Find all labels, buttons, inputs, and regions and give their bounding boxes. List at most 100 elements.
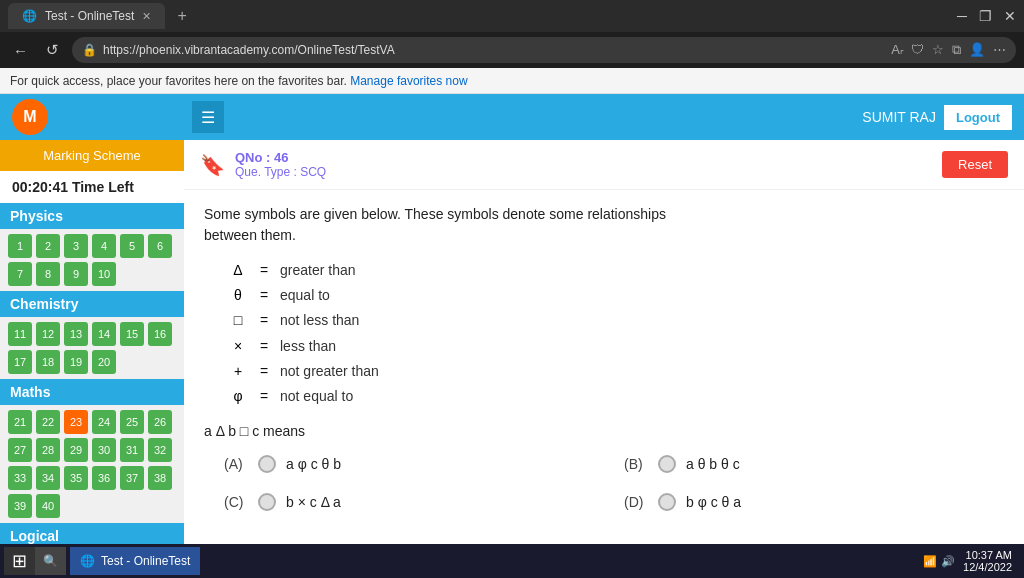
more-icon[interactable]: ⋯ [993, 42, 1006, 58]
q-btn-34[interactable]: 34 [36, 466, 60, 490]
q-btn-4[interactable]: 4 [92, 234, 116, 258]
q-btn-36[interactable]: 36 [92, 466, 116, 490]
option-a: (A) a φ c θ b [224, 455, 584, 473]
q-btn-17[interactable]: 17 [8, 350, 32, 374]
q-btn-22[interactable]: 22 [36, 410, 60, 434]
collections-icon[interactable]: ⧉ [952, 42, 961, 58]
question-body: Some symbols are given below. These symb… [184, 190, 1024, 525]
minimize-button[interactable]: ─ [957, 8, 967, 24]
q-btn-8[interactable]: 8 [36, 262, 60, 286]
meaning-square: not less than [280, 308, 359, 333]
q-btn-9[interactable]: 9 [64, 262, 88, 286]
q-btn-15[interactable]: 15 [120, 322, 144, 346]
question-header: 🔖 QNo : 46 Que. Type : SCQ Reset [184, 140, 1024, 190]
option-a-radio[interactable] [258, 455, 276, 473]
q-btn-29[interactable]: 29 [64, 438, 88, 462]
q-btn-7[interactable]: 7 [8, 262, 32, 286]
tab-title: Test - OnlineTest [45, 9, 134, 23]
browser-tab[interactable]: 🌐 Test - OnlineTest ✕ [8, 3, 165, 29]
option-d-radio[interactable] [658, 493, 676, 511]
q-btn-40[interactable]: 40 [36, 494, 60, 518]
q-btn-31[interactable]: 31 [120, 438, 144, 462]
taskbar-search[interactable]: 🔍 [35, 547, 66, 575]
q-btn-11[interactable]: 11 [8, 322, 32, 346]
option-b: (B) a θ b θ c [624, 455, 984, 473]
refresh-button[interactable]: ↺ [41, 39, 64, 61]
url-bar[interactable]: 🔒 https://phoenix.vibrantacademy.com/Onl… [72, 37, 1016, 63]
q-btn-3[interactable]: 3 [64, 234, 88, 258]
q-btn-23[interactable]: 23 [64, 410, 88, 434]
q-btn-38[interactable]: 38 [148, 466, 172, 490]
shield-icon[interactable]: 🛡 [911, 42, 924, 58]
option-c-text: b × c Δ a [286, 494, 341, 510]
symbol-row-2: θ = equal to [228, 283, 1004, 308]
q-btn-2[interactable]: 2 [36, 234, 60, 258]
app-layout: Marking Scheme 00:20:41 Time Left Physic… [0, 140, 1024, 578]
question-meta: QNo : 46 Que. Type : SCQ [235, 150, 326, 179]
symbol-cross: × [228, 334, 248, 359]
physics-question-grid: 1 2 3 4 5 6 7 8 9 10 [0, 229, 184, 291]
start-button[interactable]: ⊞ [4, 547, 35, 575]
profile-icon[interactable]: 👤 [969, 42, 985, 58]
close-button[interactable]: ✕ [1004, 8, 1016, 24]
option-c-radio[interactable] [258, 493, 276, 511]
options-grid: (A) a φ c θ b (B) a θ b θ c (C) b × c Δ … [204, 455, 1004, 511]
logout-button[interactable]: Logout [944, 105, 1012, 130]
browser-title-bar: 🌐 Test - OnlineTest ✕ + ─ ❐ ✕ [0, 0, 1024, 32]
notification-area: 📶 🔊 [923, 555, 955, 568]
q-btn-28[interactable]: 28 [36, 438, 60, 462]
q-btn-5[interactable]: 5 [120, 234, 144, 258]
question-line2: between them. [204, 227, 296, 243]
taskbar: ⊞ 🔍 🌐 Test - OnlineTest 📶 🔊 10:37 AM 12/… [0, 544, 1024, 578]
q-btn-10[interactable]: 10 [92, 262, 116, 286]
q-btn-6[interactable]: 6 [148, 234, 172, 258]
tab-close-icon[interactable]: ✕ [142, 10, 151, 23]
option-b-label: (B) [624, 456, 648, 472]
read-mode-icon[interactable]: Aᵣ [891, 42, 903, 58]
clock-date: 12/4/2022 [963, 561, 1012, 573]
symbol-row-1: Δ = greater than [228, 258, 1004, 283]
restore-button[interactable]: ❐ [979, 8, 992, 24]
q-btn-19[interactable]: 19 [64, 350, 88, 374]
q-btn-13[interactable]: 13 [64, 322, 88, 346]
reset-button[interactable]: Reset [942, 151, 1008, 178]
question-text: Some symbols are given below. These symb… [204, 204, 1004, 246]
taskbar-app-label: Test - OnlineTest [101, 554, 190, 568]
q-btn-32[interactable]: 32 [148, 438, 172, 462]
star-icon[interactable]: ☆ [932, 42, 944, 58]
window-controls: ─ ❐ ✕ [957, 8, 1016, 24]
q-btn-16[interactable]: 16 [148, 322, 172, 346]
q-btn-39[interactable]: 39 [8, 494, 32, 518]
taskbar-right: 📶 🔊 10:37 AM 12/4/2022 [923, 549, 1020, 573]
q-btn-27[interactable]: 27 [8, 438, 32, 462]
hamburger-button[interactable]: ☰ [192, 101, 224, 133]
expression: a Δ b □ c means [204, 423, 1004, 439]
marking-scheme-button[interactable]: Marking Scheme [0, 140, 184, 171]
symbol-delta: Δ [228, 258, 248, 283]
manage-favorites-link[interactable]: Manage favorites now [350, 74, 467, 88]
q-btn-18[interactable]: 18 [36, 350, 60, 374]
subject-maths: Maths [0, 379, 184, 405]
option-d-label: (D) [624, 494, 648, 510]
new-tab-button[interactable]: + [177, 7, 186, 25]
symbol-row-4: × = less than [228, 334, 1004, 359]
q-btn-21[interactable]: 21 [8, 410, 32, 434]
q-btn-25[interactable]: 25 [120, 410, 144, 434]
q-btn-14[interactable]: 14 [92, 322, 116, 346]
q-btn-20[interactable]: 20 [92, 350, 116, 374]
q-btn-24[interactable]: 24 [92, 410, 116, 434]
q-btn-33[interactable]: 33 [8, 466, 32, 490]
q-btn-12[interactable]: 12 [36, 322, 60, 346]
taskbar-app-browser[interactable]: 🌐 Test - OnlineTest [70, 547, 200, 575]
option-b-radio[interactable] [658, 455, 676, 473]
q-btn-1[interactable]: 1 [8, 234, 32, 258]
q-btn-26[interactable]: 26 [148, 410, 172, 434]
q-btn-30[interactable]: 30 [92, 438, 116, 462]
back-button[interactable]: ← [8, 40, 33, 61]
favorites-bar: For quick access, place your favorites h… [0, 68, 1024, 94]
option-b-text: a θ b θ c [686, 456, 740, 472]
option-d: (D) b φ c θ a [624, 493, 984, 511]
option-c-label: (C) [224, 494, 248, 510]
q-btn-37[interactable]: 37 [120, 466, 144, 490]
q-btn-35[interactable]: 35 [64, 466, 88, 490]
